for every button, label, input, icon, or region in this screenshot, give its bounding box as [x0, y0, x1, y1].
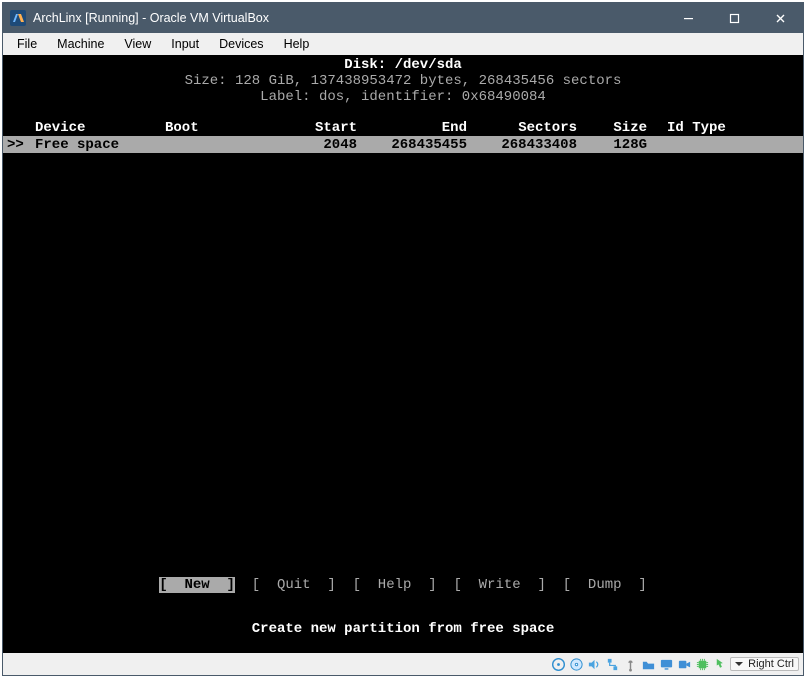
row-end: 268435455: [357, 137, 467, 153]
action-new[interactable]: [ New ]: [159, 577, 235, 593]
disk-header: Disk: /dev/sda: [3, 55, 803, 73]
network-icon[interactable]: [604, 656, 620, 672]
action-dump[interactable]: [ Dump ]: [563, 577, 647, 593]
host-key-indicator[interactable]: Right Ctrl: [730, 657, 799, 671]
disk-size: Size: 128 GiB, 137438953472 bytes, 26843…: [3, 73, 803, 89]
row-start: 2048: [247, 137, 357, 153]
action-write[interactable]: [ Write ]: [453, 577, 545, 593]
action-help[interactable]: [ Help ]: [353, 577, 437, 593]
minimize-button[interactable]: [665, 3, 711, 33]
col-boot: Boot: [165, 120, 247, 136]
action-quit[interactable]: [ Quit ]: [252, 577, 336, 593]
mouse-integration-icon[interactable]: [712, 656, 728, 672]
virtualbox-icon: [9, 9, 27, 27]
row-sectors: 268433408: [467, 137, 577, 153]
menubar: File Machine View Input Devices Help: [3, 33, 803, 55]
maximize-button[interactable]: [711, 3, 757, 33]
statusbar: Right Ctrl: [3, 653, 803, 675]
hard-disk-icon[interactable]: [550, 656, 566, 672]
menu-machine[interactable]: Machine: [47, 35, 114, 53]
processor-icon[interactable]: [694, 656, 710, 672]
menu-devices[interactable]: Devices: [209, 35, 273, 53]
menu-view[interactable]: View: [114, 35, 161, 53]
terminal[interactable]: Disk: /dev/sda Size: 128 GiB, 1374389534…: [3, 55, 803, 653]
audio-icon[interactable]: [586, 656, 602, 672]
window-title: ArchLinx [Running] - Oracle VM VirtualBo…: [33, 11, 665, 25]
usb-icon[interactable]: [622, 656, 638, 672]
col-size: Size: [577, 120, 647, 136]
row-size: 128G: [577, 137, 647, 153]
partition-table-header: Device Boot Start End Sectors Size Id Ty…: [3, 119, 803, 136]
menu-input[interactable]: Input: [161, 35, 209, 53]
shared-folders-icon[interactable]: [640, 656, 656, 672]
recording-icon[interactable]: [676, 656, 692, 672]
disk-label: Label: dos, identifier: 0x68490084: [3, 89, 803, 105]
row-device: Free space: [35, 137, 165, 153]
vm-window: ArchLinx [Running] - Oracle VM VirtualBo…: [2, 2, 804, 676]
col-sectors: Sectors: [467, 120, 577, 136]
col-end: End: [357, 120, 467, 136]
down-arrow-icon: [733, 658, 745, 670]
col-idtype: Id Type: [647, 120, 747, 136]
row-marker: >>: [7, 137, 35, 153]
col-device: Device: [35, 120, 165, 136]
col-start: Start: [247, 120, 357, 136]
action-hint: Create new partition from free space: [3, 621, 803, 637]
host-key-label: Right Ctrl: [748, 658, 794, 670]
window-controls: [665, 3, 803, 33]
close-button[interactable]: [757, 3, 803, 33]
menu-help[interactable]: Help: [274, 35, 320, 53]
cfdisk-actions: [ New ] [ Quit ] [ Help ] [ Write ] [ Du…: [3, 577, 803, 593]
menu-file[interactable]: File: [7, 35, 47, 53]
optical-disk-icon[interactable]: [568, 656, 584, 672]
display-icon[interactable]: [658, 656, 674, 672]
table-row[interactable]: >> Free space 2048 268435455 268433408 1…: [3, 136, 803, 153]
titlebar: ArchLinx [Running] - Oracle VM VirtualBo…: [3, 3, 803, 33]
